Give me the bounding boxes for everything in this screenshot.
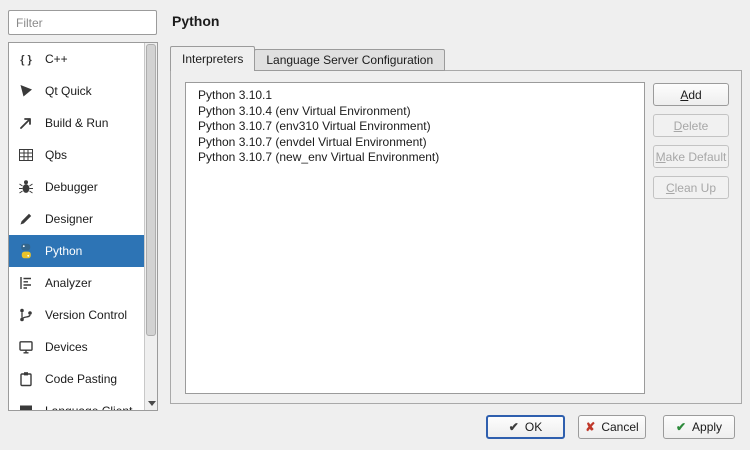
scrollbar-thumb[interactable] <box>146 44 156 336</box>
sidebar-item-designer[interactable]: Designer <box>9 203 144 235</box>
sidebar-item-label: Build & Run <box>45 116 109 130</box>
python-icon <box>16 241 36 261</box>
ok-button[interactable]: ✔ OK <box>486 415 565 439</box>
branch-icon <box>16 305 36 325</box>
sidebar-item-analyzer[interactable]: Analyzer <box>9 267 144 299</box>
sidebar-item-label: Language Client <box>45 404 133 411</box>
ok-icon: ✔ <box>508 420 519 434</box>
list-item[interactable]: Python 3.10.1 <box>186 88 644 104</box>
list-item[interactable]: Python 3.10.7 (envdel Virtual Environmen… <box>186 135 644 151</box>
sidebar-item-label: Qt Quick <box>45 84 92 98</box>
interpreter-actions: Add Delete Make Default Clean Up <box>653 83 729 199</box>
sidebar-item-label: Devices <box>45 340 88 354</box>
sidebar-item-build-run[interactable]: Build & Run <box>9 107 144 139</box>
apply-button[interactable]: ✔ Apply <box>663 415 735 439</box>
pencil-icon <box>16 209 36 229</box>
braces-icon: { } <box>16 49 36 69</box>
sidebar-item-debugger[interactable]: Debugger <box>9 171 144 203</box>
apply-button-label: Apply <box>692 420 723 434</box>
sidebar-item-qbs[interactable]: Qbs <box>9 139 144 171</box>
page-title: Python <box>172 13 220 29</box>
interpreter-list[interactable]: Python 3.10.1 Python 3.10.4 (env Virtual… <box>185 82 645 394</box>
apply-icon: ✔ <box>675 420 687 434</box>
sidebar-item-devices[interactable]: Devices <box>9 331 144 363</box>
sidebar-item-label: Analyzer <box>45 276 92 290</box>
grid-icon <box>16 145 36 165</box>
add-button-label: Add <box>680 87 702 102</box>
tab-bar: Interpreters Language Server Configurati… <box>170 46 446 71</box>
sidebar-item-language-client[interactable]: Language Client <box>9 395 144 411</box>
cancel-button[interactable]: ✘ Cancel <box>578 415 646 439</box>
sidebar-item-label: Code Pasting <box>45 372 118 386</box>
sidebar-item-label: Version Control <box>45 308 128 322</box>
make-default-button-label: Make Default <box>655 149 727 164</box>
clean-up-button[interactable]: Clean Up <box>653 176 729 199</box>
make-default-button[interactable]: Make Default <box>653 145 729 168</box>
sidebar-item-version-control[interactable]: Version Control <box>9 299 144 331</box>
sidebar-item-label: Designer <box>45 212 94 226</box>
tab-interpreters[interactable]: Interpreters <box>170 46 256 71</box>
ok-button-label: OK <box>524 420 543 434</box>
sidebar-item-label: Debugger <box>45 180 98 194</box>
pennant-icon <box>16 81 36 101</box>
diagonal-arrow-icon <box>16 113 36 133</box>
delete-button[interactable]: Delete <box>653 114 729 137</box>
sidebar-item-qt-quick[interactable]: Qt Quick <box>9 75 144 107</box>
clipboard-icon <box>16 369 36 389</box>
delete-button-label: Delete <box>673 118 709 133</box>
sidebar-item-label: Qbs <box>45 148 68 162</box>
list-item[interactable]: Python 3.10.4 (env Virtual Environment) <box>186 104 644 120</box>
speech-bubble-icon <box>16 401 36 410</box>
cancel-icon: ✘ <box>585 420 596 434</box>
category-list: { } C++ Qt Quick Build & Run Qbs Debugge… <box>9 43 144 411</box>
svg-text:{ }: { } <box>20 54 32 66</box>
add-button[interactable]: Add <box>653 83 729 106</box>
interpreters-panel: Python 3.10.1 Python 3.10.4 (env Virtual… <box>170 70 742 404</box>
scrollbar-down-arrow-icon[interactable] <box>145 396 157 410</box>
filter-input[interactable] <box>8 10 157 35</box>
sidebar-item-code-pasting[interactable]: Code Pasting <box>9 363 144 395</box>
sidebar-item-cpp[interactable]: { } C++ <box>9 43 144 75</box>
sidebar-item-label: Python <box>45 244 83 258</box>
meter-icon <box>16 273 36 293</box>
sidebar-item-label: C++ <box>45 52 68 66</box>
cancel-button-label: Cancel <box>601 420 639 434</box>
clean-up-button-label: Clean Up <box>665 180 717 195</box>
monitor-icon <box>16 337 36 357</box>
sidebar-scrollbar[interactable] <box>144 43 157 410</box>
sidebar-item-python[interactable]: Python <box>9 235 144 267</box>
bug-icon <box>16 177 36 197</box>
list-item[interactable]: Python 3.10.7 (env310 Virtual Environmen… <box>186 119 644 135</box>
category-sidebar: { } C++ Qt Quick Build & Run Qbs Debugge… <box>8 42 158 411</box>
list-item[interactable]: Python 3.10.7 (new_env Virtual Environme… <box>186 150 644 166</box>
tab-language-server-configuration[interactable]: Language Server Configuration <box>254 49 446 71</box>
